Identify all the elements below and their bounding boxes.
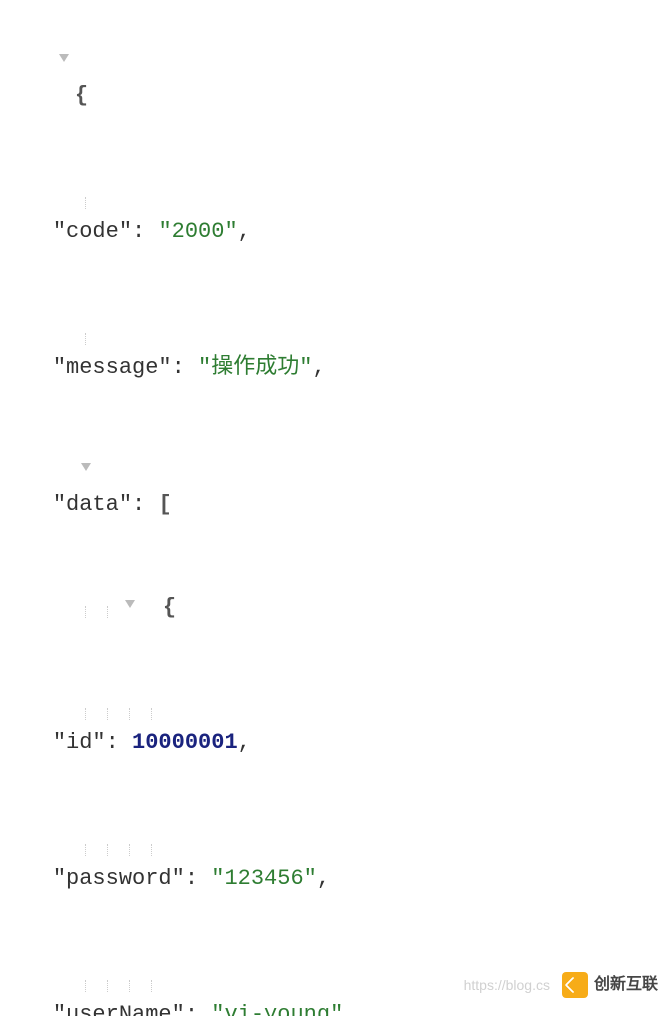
json-key: "data" [53,492,132,517]
json-line: "id": 10000001, [0,658,672,794]
json-key: "userName" [53,1002,185,1016]
json-string: "123456" [211,866,317,891]
watermark-brand: 创新互联 [594,968,658,1002]
watermark: https://blog.cs 创新互联 [464,968,658,1002]
chevron-down-icon[interactable] [119,590,141,624]
json-string: "操作成功" [198,355,312,380]
json-string: "vi-young" [211,1002,343,1016]
json-line: "data": [ [0,419,672,556]
json-viewer: { "code": "2000", "message": "操作成功", "da… [0,0,672,1016]
chevron-down-icon[interactable] [75,453,97,487]
json-key: "code" [53,219,132,244]
brace-open: { [75,83,88,108]
watermark-url: https://blog.cs [464,968,550,1002]
json-line: { [0,556,672,659]
logo-icon [562,972,588,998]
json-line: "message": "操作成功", [0,283,672,419]
json-key: "id" [53,730,106,755]
json-line: "password": "123456", [0,794,672,930]
json-key: "password" [53,866,185,891]
json-line: { [0,10,672,147]
json-key: "message" [53,355,172,380]
json-number: 10000001 [132,730,238,755]
bracket-open: [ [158,492,171,517]
chevron-down-icon[interactable] [53,44,75,78]
json-string: "2000" [158,219,237,244]
json-line: "code": "2000", [0,147,672,283]
